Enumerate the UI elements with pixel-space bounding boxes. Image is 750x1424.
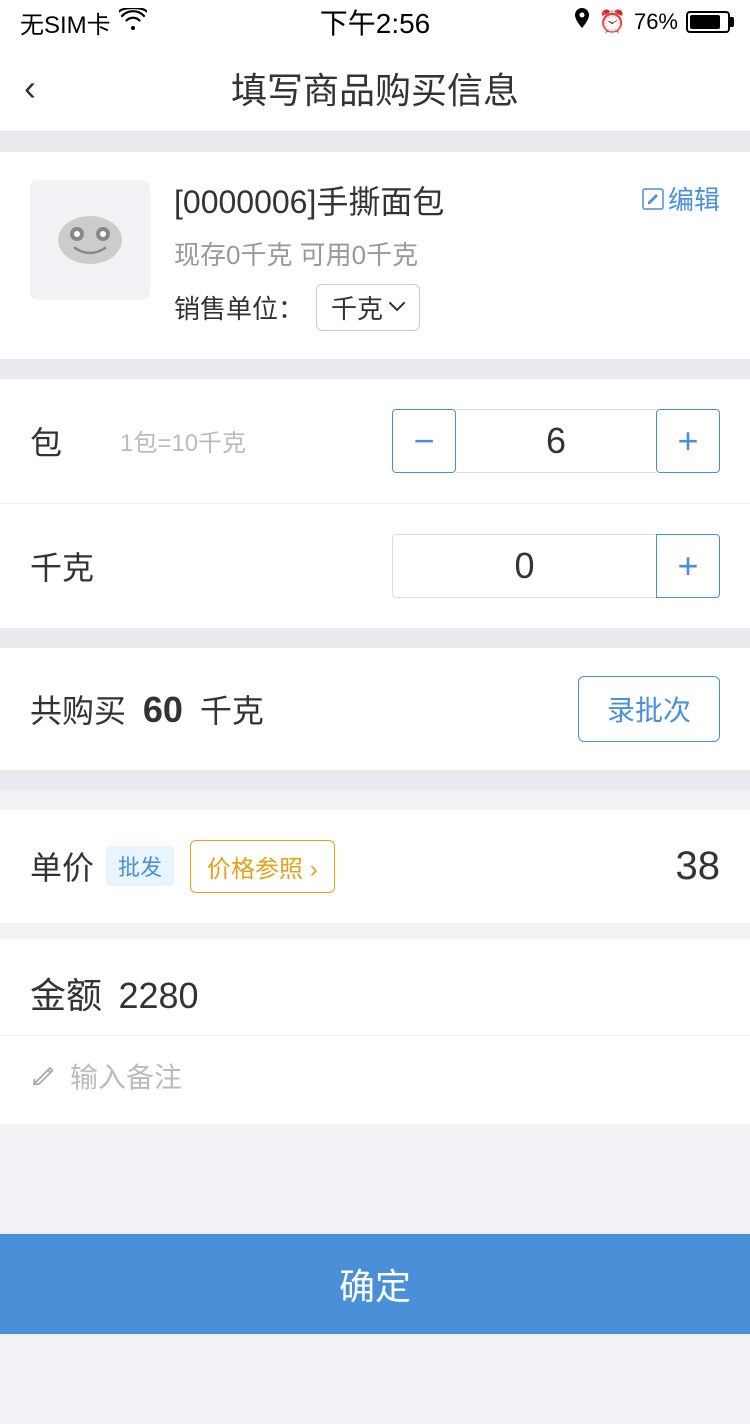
back-button[interactable]: ‹: [24, 67, 36, 109]
location-icon: [573, 8, 591, 36]
separator-3: [0, 628, 750, 648]
batch-button[interactable]: 录批次: [578, 676, 720, 742]
amount-section: 金额 2280 输入备注: [0, 923, 750, 1124]
confirm-button-label: 确定: [339, 1258, 411, 1310]
unit-select[interactable]: 千克: [316, 284, 420, 331]
alarm-icon: ⏰: [599, 9, 626, 35]
status-right: ⏰ 76%: [573, 8, 730, 36]
kg-plus-button[interactable]: +: [656, 534, 720, 598]
total-text: 共购买 60 千克: [30, 686, 264, 732]
form-section: 包 1包=10千克 − + 千克 +: [0, 379, 750, 628]
product-info: [0000006]手撕面包 编辑 现存0千克 可用0千克 销售单位： 千克: [174, 180, 720, 331]
kg-label: 千克: [30, 543, 110, 589]
price-label: 单价: [30, 843, 94, 889]
bao-row: 包 1包=10千克 − +: [0, 379, 750, 504]
bao-plus-button[interactable]: +: [656, 409, 720, 473]
price-section: 单价 批发 价格参照 › 38: [0, 810, 750, 923]
product-card: [0000006]手撕面包 编辑 现存0千克 可用0千克 销售单位： 千克: [0, 152, 750, 359]
kg-row: 千克 +: [0, 504, 750, 628]
wifi-icon: [119, 8, 147, 37]
product-unit-row: 销售单位： 千克: [174, 284, 720, 331]
bao-minus-button[interactable]: −: [392, 409, 456, 473]
bao-controls: − +: [392, 409, 720, 473]
status-time: 下午2:56: [320, 2, 431, 42]
note-row[interactable]: 输入备注: [0, 1035, 750, 1124]
carrier-text: 无SIM卡: [20, 5, 111, 40]
edit-link[interactable]: 编辑: [642, 180, 720, 217]
separator-4: [0, 770, 750, 790]
price-value: 38: [676, 844, 721, 889]
bao-label: 包: [30, 418, 110, 464]
separator-2: [0, 359, 750, 379]
separator-1: [0, 132, 750, 152]
amount-label: 金额: [30, 975, 102, 1016]
product-thumbnail: [30, 180, 150, 300]
edit-icon: [642, 188, 664, 210]
confirm-button[interactable]: 确定: [0, 1234, 750, 1334]
price-badge: 批发: [106, 846, 174, 886]
price-ref-button[interactable]: 价格参照 ›: [190, 840, 335, 893]
status-left: 无SIM卡: [20, 5, 147, 40]
note-placeholder: 输入备注: [70, 1056, 182, 1096]
bao-hint: 1包=10千克: [120, 423, 246, 458]
product-logo-icon: [55, 212, 125, 268]
battery-icon: [686, 11, 730, 33]
total-row: 共购买 60 千克 录批次: [0, 648, 750, 770]
unit-label: 销售单位：: [174, 289, 304, 326]
amount-value: 2280: [118, 975, 198, 1016]
chevron-down-icon: [389, 302, 405, 312]
battery-text: 76%: [634, 9, 678, 35]
total-amount: 60: [143, 689, 183, 730]
product-name: [0000006]手撕面包: [174, 180, 444, 225]
nav-bar: ‹ 填写商品购买信息: [0, 44, 750, 132]
page-title: 填写商品购买信息: [231, 62, 519, 114]
status-bar: 无SIM卡 下午2:56 ⏰ 76%: [0, 0, 750, 44]
pencil-icon: [30, 1062, 58, 1090]
kg-input[interactable]: [392, 534, 656, 598]
product-stock: 现存0千克 可用0千克: [174, 235, 720, 272]
amount-row: 金额 2280: [0, 939, 750, 1019]
kg-controls: +: [392, 534, 720, 598]
bao-input[interactable]: [456, 409, 656, 473]
